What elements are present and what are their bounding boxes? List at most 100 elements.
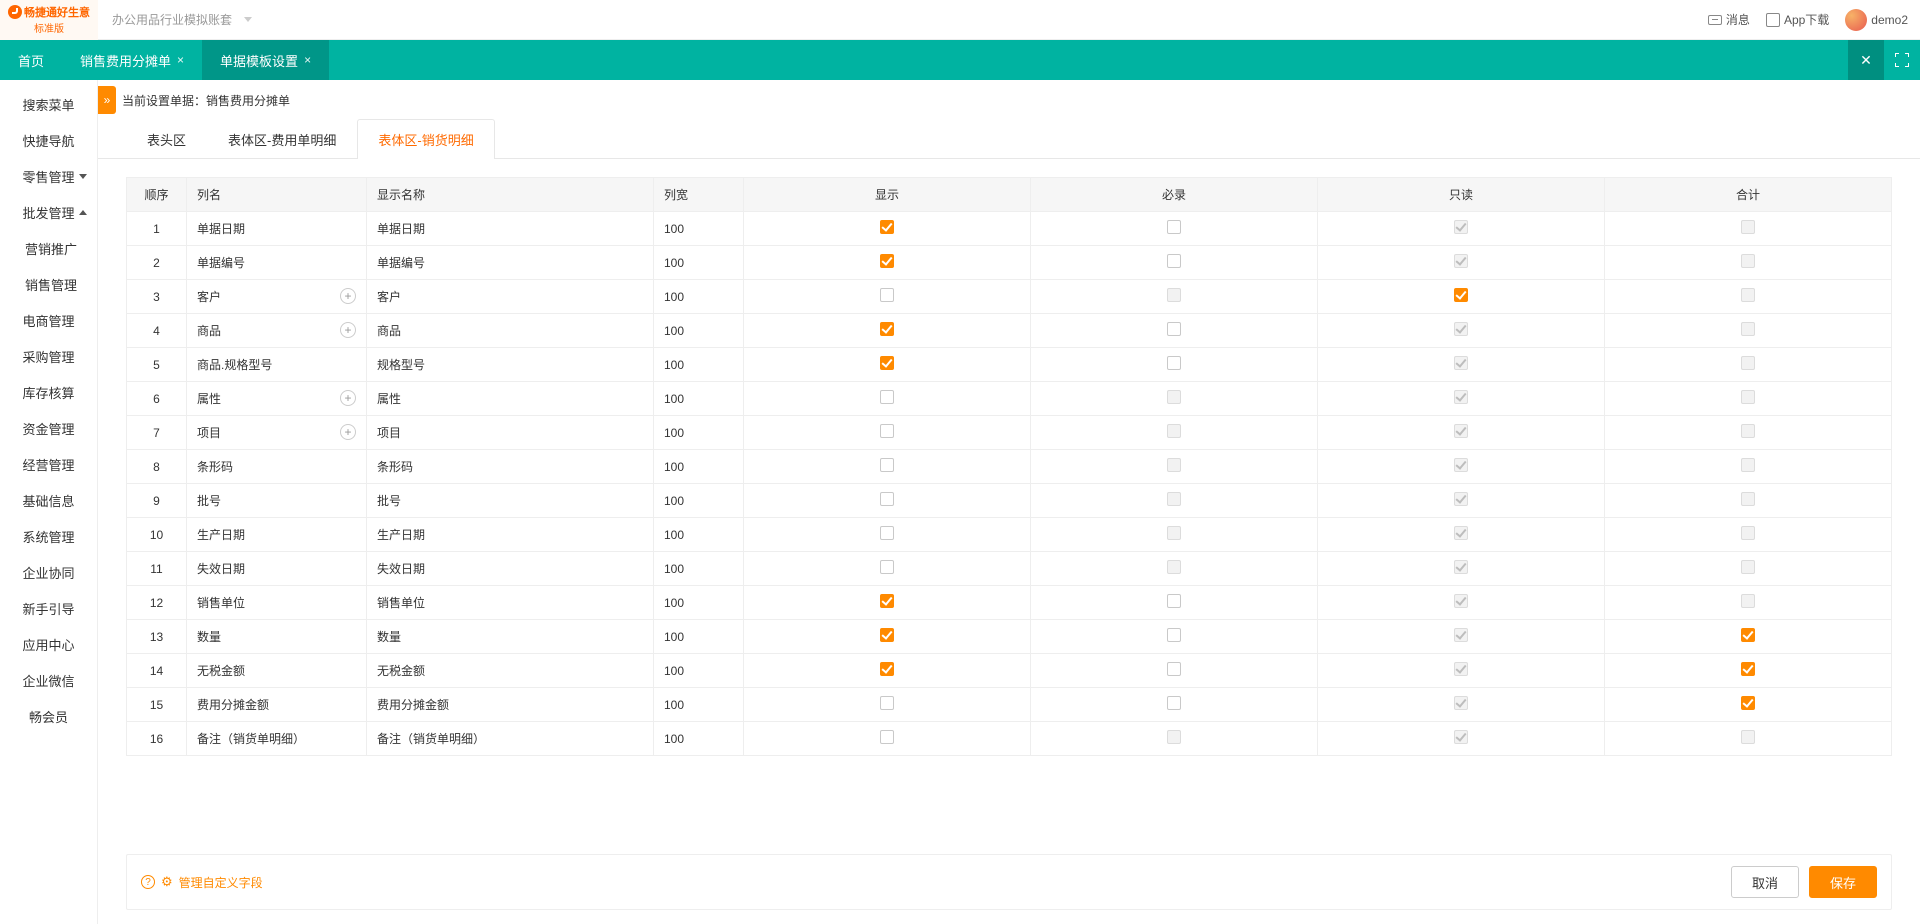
sidebar-item[interactable]: 批发管理: [0, 194, 97, 230]
cell-width[interactable]: 100: [654, 212, 744, 246]
subtab[interactable]: 表体区-费用单明细: [207, 119, 357, 159]
sidebar-item[interactable]: 快捷导航: [0, 122, 97, 158]
sidebar-item[interactable]: 应用中心: [0, 626, 97, 662]
checkbox[interactable]: [880, 458, 894, 472]
cell-dispname[interactable]: 条形码: [367, 450, 654, 484]
checkbox[interactable]: [880, 220, 894, 234]
org-selector[interactable]: 办公用品行业模拟账套: [112, 11, 252, 28]
checkbox[interactable]: [1741, 662, 1755, 676]
user-menu[interactable]: demo2: [1845, 9, 1908, 31]
checkbox[interactable]: [880, 526, 894, 540]
expand-plus-icon[interactable]: +: [340, 424, 356, 440]
sidebar-item[interactable]: 畅会员: [0, 698, 97, 734]
cell-width[interactable]: 100: [654, 484, 744, 518]
sidebar-item[interactable]: 企业微信: [0, 662, 97, 698]
checkbox[interactable]: [880, 696, 894, 710]
checkbox[interactable]: [1167, 322, 1181, 336]
cell-width[interactable]: 100: [654, 348, 744, 382]
fullscreen-button[interactable]: [1884, 40, 1920, 80]
cell-width[interactable]: 100: [654, 586, 744, 620]
cell-dispname[interactable]: 客户: [367, 280, 654, 314]
checkbox[interactable]: [1741, 696, 1755, 710]
cell-width[interactable]: 100: [654, 382, 744, 416]
expand-plus-icon[interactable]: +: [340, 322, 356, 338]
cell-dispname[interactable]: 项目: [367, 416, 654, 450]
cell-dispname[interactable]: 无税金额: [367, 654, 654, 688]
sidebar-subitem[interactable]: 营销推广: [0, 230, 97, 266]
messages-button[interactable]: 消息: [1708, 11, 1750, 28]
checkbox[interactable]: [880, 322, 894, 336]
cell-width[interactable]: 100: [654, 246, 744, 280]
sidebar-item[interactable]: 经营管理: [0, 446, 97, 482]
checkbox[interactable]: [1167, 356, 1181, 370]
cell-width[interactable]: 100: [654, 416, 744, 450]
sidebar-item[interactable]: 采购管理: [0, 338, 97, 374]
cell-dispname[interactable]: 规格型号: [367, 348, 654, 382]
manage-custom-fields-link[interactable]: 管理自定义字段: [179, 874, 263, 891]
app-download-button[interactable]: App下载: [1766, 11, 1829, 28]
subtab[interactable]: 表体区-销货明细: [357, 119, 494, 159]
checkbox[interactable]: [1454, 288, 1468, 302]
cell-dispname[interactable]: 商品: [367, 314, 654, 348]
checkbox[interactable]: [1167, 696, 1181, 710]
cell-width[interactable]: 100: [654, 552, 744, 586]
sidebar-item[interactable]: 资金管理: [0, 410, 97, 446]
checkbox[interactable]: [880, 390, 894, 404]
checkbox[interactable]: [880, 662, 894, 676]
cell-dispname[interactable]: 数量: [367, 620, 654, 654]
sidebar-subitem[interactable]: 销售管理: [0, 266, 97, 302]
nav-tab[interactable]: 销售费用分摊单×: [62, 40, 202, 80]
save-button[interactable]: 保存: [1809, 866, 1877, 898]
checkbox[interactable]: [1167, 220, 1181, 234]
checkbox[interactable]: [880, 424, 894, 438]
checkbox[interactable]: [880, 254, 894, 268]
cell-dispname[interactable]: 备注（销货单明细）: [367, 722, 654, 756]
sidebar-item[interactable]: 搜索菜单: [0, 86, 97, 122]
sidebar-item[interactable]: 新手引导: [0, 590, 97, 626]
nav-tab[interactable]: 首页: [0, 40, 62, 80]
expand-plus-icon[interactable]: +: [340, 390, 356, 406]
sidebar-item[interactable]: 企业协同: [0, 554, 97, 590]
close-icon[interactable]: ×: [304, 53, 311, 67]
checkbox[interactable]: [880, 730, 894, 744]
subtab[interactable]: 表头区: [126, 119, 207, 159]
cell-width[interactable]: 100: [654, 722, 744, 756]
cell-dispname[interactable]: 生产日期: [367, 518, 654, 552]
cell-width[interactable]: 100: [654, 314, 744, 348]
sidebar-item[interactable]: 零售管理: [0, 158, 97, 194]
sidebar-item[interactable]: 系统管理: [0, 518, 97, 554]
cancel-button[interactable]: 取消: [1731, 866, 1799, 898]
cell-width[interactable]: 100: [654, 654, 744, 688]
checkbox[interactable]: [1167, 662, 1181, 676]
nav-tab[interactable]: 单据模板设置×: [202, 40, 329, 80]
sidebar-item[interactable]: 电商管理: [0, 302, 97, 338]
cell-width[interactable]: 100: [654, 280, 744, 314]
checkbox[interactable]: [1167, 254, 1181, 268]
cell-width[interactable]: 100: [654, 450, 744, 484]
close-all-tabs-button[interactable]: ✕: [1848, 40, 1884, 80]
checkbox[interactable]: [1741, 628, 1755, 642]
cell-dispname[interactable]: 费用分摊金额: [367, 688, 654, 722]
checkbox[interactable]: [1167, 594, 1181, 608]
sidebar-item[interactable]: 基础信息: [0, 482, 97, 518]
cell-dispname[interactable]: 销售单位: [367, 586, 654, 620]
sidebar-expand-toggle[interactable]: »: [98, 86, 116, 114]
checkbox[interactable]: [880, 356, 894, 370]
checkbox[interactable]: [1167, 628, 1181, 642]
sidebar-item[interactable]: 库存核算: [0, 374, 97, 410]
cell-width[interactable]: 100: [654, 620, 744, 654]
checkbox[interactable]: [880, 560, 894, 574]
checkbox[interactable]: [880, 628, 894, 642]
close-icon[interactable]: ×: [177, 53, 184, 67]
expand-plus-icon[interactable]: +: [340, 288, 356, 304]
cell-dispname[interactable]: 失效日期: [367, 552, 654, 586]
cell-width[interactable]: 100: [654, 688, 744, 722]
checkbox[interactable]: [880, 492, 894, 506]
cell-dispname[interactable]: 属性: [367, 382, 654, 416]
cell-dispname[interactable]: 单据日期: [367, 212, 654, 246]
checkbox[interactable]: [880, 288, 894, 302]
cell-dispname[interactable]: 批号: [367, 484, 654, 518]
cell-dispname[interactable]: 单据编号: [367, 246, 654, 280]
checkbox[interactable]: [880, 594, 894, 608]
cell-width[interactable]: 100: [654, 518, 744, 552]
